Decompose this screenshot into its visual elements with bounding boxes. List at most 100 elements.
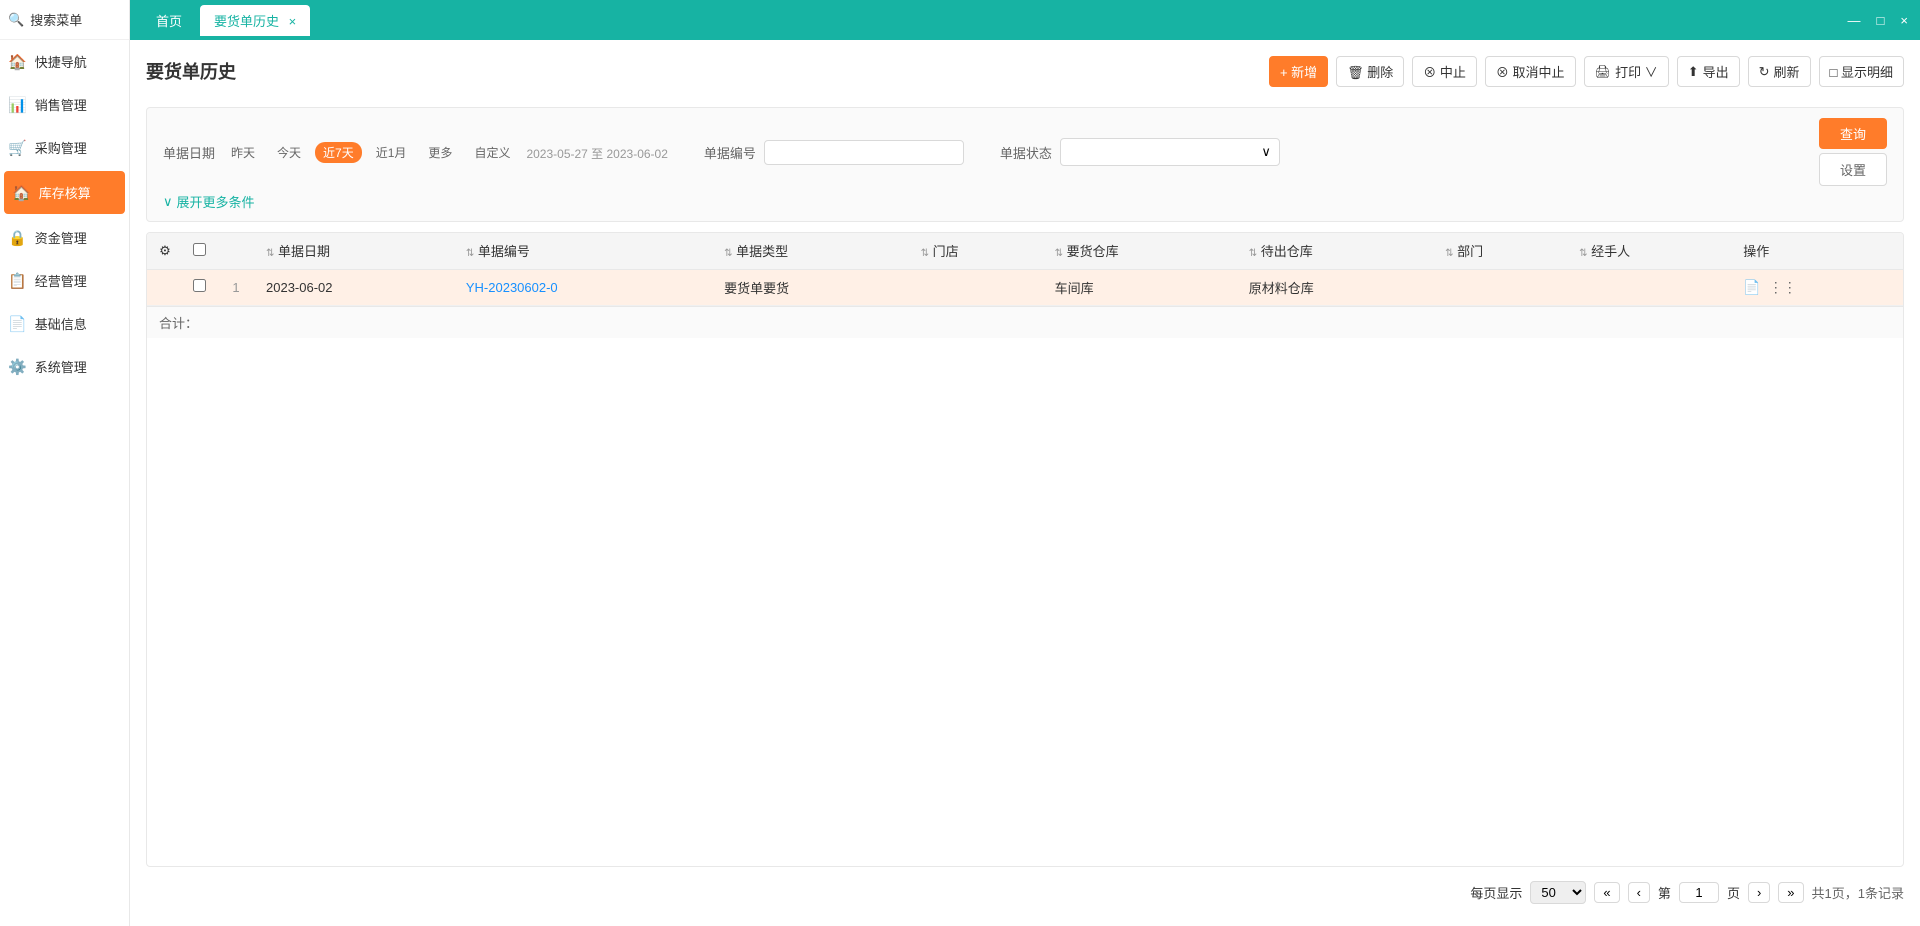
- sidebar-item-sales[interactable]: 📊 销售管理: [0, 83, 129, 126]
- date-btn-7days[interactable]: 近7天: [315, 142, 362, 163]
- topbar-right: — □ ×: [1848, 13, 1908, 28]
- page-number-input[interactable]: [1679, 882, 1719, 903]
- first-page-btn[interactable]: «: [1594, 882, 1619, 903]
- sidebar-item-system-label: 系统管理: [35, 357, 87, 376]
- sidebar-item-finance[interactable]: 🔒 资金管理: [0, 216, 129, 259]
- query-button[interactable]: 查询: [1819, 118, 1887, 149]
- sidebar: 🔍 搜索菜单 🏠 快捷导航 📊 销售管理 🛒 采购管理 🏠 库存核算 🔒 资金管…: [0, 0, 130, 926]
- date-btn-today[interactable]: 今天: [269, 142, 309, 163]
- new-button[interactable]: + 新增: [1269, 56, 1328, 87]
- td-req-warehouse: 车间库: [1045, 269, 1239, 305]
- th-checkbox[interactable]: [183, 233, 216, 269]
- view-icon[interactable]: 📄: [1743, 279, 1760, 296]
- doc-no-link[interactable]: YH-20230602-0: [466, 280, 558, 295]
- export-button[interactable]: ⬆ 导出: [1677, 56, 1740, 87]
- th-dept[interactable]: ⇅ 部门: [1435, 233, 1569, 269]
- td-doc-date: 2023-06-02: [256, 269, 456, 305]
- page-size-select[interactable]: 50 100 200: [1530, 881, 1586, 904]
- more-ops-icon[interactable]: ⋮⋮: [1769, 279, 1797, 296]
- tab-active-label: 要货单历史: [214, 14, 279, 29]
- td-num: 1: [216, 269, 256, 305]
- page-total-info: 共1页，1条记录: [1812, 883, 1904, 902]
- sidebar-item-sales-label: 销售管理: [35, 95, 87, 114]
- td-handler: [1569, 269, 1733, 305]
- page-suffix: 页: [1727, 883, 1740, 902]
- sidebar-item-quick-nav-label: 快捷导航: [35, 52, 87, 71]
- date-btn-1month[interactable]: 近1月: [368, 142, 415, 163]
- td-checkbox[interactable]: [183, 269, 216, 305]
- data-table: ⚙ ⇅ 单据日期 ⇅ 单据编号 ⇅ 单据类型 ⇅ 门店 ⇅ 要货仓库 ⇅ 待出仓…: [147, 233, 1903, 306]
- pagination: 每页显示 50 100 200 « ‹ 第 页 › » 共1页，1条记录: [146, 875, 1904, 910]
- filter-status: 单据状态 ∨: [1000, 138, 1280, 166]
- refresh-button[interactable]: ↻ 刷新: [1748, 56, 1811, 87]
- search-icon: 🔍: [8, 12, 24, 28]
- set-button[interactable]: 设置: [1819, 153, 1887, 186]
- sidebar-item-quick-nav[interactable]: 🏠 快捷导航: [0, 40, 129, 83]
- filter-date: 单据日期 昨天 今天 近7天 近1月 更多 自定义: [163, 142, 518, 163]
- print-icon: 🖨: [1595, 64, 1612, 80]
- sidebar-search-label: 搜索菜单: [30, 10, 82, 29]
- cancel-stop-button[interactable]: ⊗ 取消中止: [1485, 56, 1576, 87]
- th-doc-date[interactable]: ⇅ 单据日期: [256, 233, 456, 269]
- td-settings: [147, 269, 183, 305]
- delete-button[interactable]: 🗑 删除: [1336, 56, 1404, 87]
- sidebar-item-inventory[interactable]: 🏠 库存核算: [4, 171, 125, 214]
- status-select[interactable]: ∨: [1060, 138, 1280, 166]
- next-page-btn[interactable]: ›: [1748, 882, 1770, 903]
- td-ops: 📄 ⋮⋮: [1733, 269, 1903, 305]
- close-window-btn[interactable]: ×: [1900, 13, 1908, 28]
- display-detail-button[interactable]: □ 显示明细: [1819, 56, 1904, 87]
- th-settings[interactable]: ⚙: [147, 233, 183, 269]
- expand-label: 展开更多条件: [177, 192, 255, 211]
- tab-home[interactable]: 首页: [142, 5, 196, 36]
- th-store[interactable]: ⇅ 门店: [911, 233, 1045, 269]
- ops-icon: 📋: [8, 272, 27, 290]
- stop-button[interactable]: ⊗ 中止: [1412, 56, 1477, 87]
- sidebar-item-purchase[interactable]: 🛒 采购管理: [0, 126, 129, 169]
- sidebar-search[interactable]: 🔍 搜索菜单: [0, 0, 129, 40]
- sidebar-item-basic-info[interactable]: 📄 基础信息: [0, 302, 129, 345]
- th-doc-no[interactable]: ⇅ 单据编号: [456, 233, 714, 269]
- doc-icon: 📄: [8, 315, 27, 333]
- doc-no-filter-label: 单据编号: [704, 143, 756, 162]
- sidebar-item-purchase-label: 采购管理: [35, 138, 87, 157]
- doc-no-input[interactable]: [764, 140, 964, 165]
- footer-total-label: 合计：: [159, 313, 198, 332]
- date-btn-custom[interactable]: 自定义: [466, 142, 518, 163]
- tab-active[interactable]: 要货单历史 ×: [200, 5, 310, 36]
- topbar: 首页 要货单历史 × — □ ×: [130, 0, 1920, 40]
- expand-icon: ∨: [163, 194, 173, 210]
- date-btn-more[interactable]: 更多: [420, 142, 460, 163]
- th-pending-warehouse[interactable]: ⇅ 待出仓库: [1239, 233, 1435, 269]
- select-all-checkbox[interactable]: [193, 243, 206, 256]
- row-checkbox[interactable]: [193, 279, 206, 292]
- expand-filter-btn[interactable]: ∨ 展开更多条件: [163, 192, 1887, 211]
- td-doc-type: 要货单要货: [714, 269, 910, 305]
- sidebar-item-basic-info-label: 基础信息: [35, 314, 87, 333]
- th-req-warehouse[interactable]: ⇅ 要货仓库: [1045, 233, 1239, 269]
- td-store: [911, 269, 1045, 305]
- th-handler[interactable]: ⇅ 经手人: [1569, 233, 1733, 269]
- page-title: 要货单历史: [146, 58, 236, 84]
- table-row: 1 2023-06-02 YH-20230602-0 要货单要货 车间库 原材料…: [147, 269, 1903, 305]
- gear-icon: ⚙️: [8, 358, 27, 376]
- date-filter-label: 单据日期: [163, 143, 215, 162]
- tab-close-icon[interactable]: ×: [289, 14, 297, 29]
- last-page-btn[interactable]: »: [1778, 882, 1803, 903]
- print-button[interactable]: 🖨 🖨 打印 打印 ∨: [1584, 56, 1669, 87]
- status-filter-label: 单据状态: [1000, 143, 1052, 162]
- td-dept: [1435, 269, 1569, 305]
- prev-page-btn[interactable]: ‹: [1628, 882, 1650, 903]
- main-area: 首页 要货单历史 × — □ × 要货单历史 + 新增 🗑 删除 ⊗ 中止 ⊗ …: [130, 0, 1920, 926]
- toolbar: + 新增 🗑 删除 ⊗ 中止 ⊗ 取消中止 🖨 🖨 打印 打印 ∨ ⬆ 导出 ↻…: [1269, 56, 1904, 87]
- sidebar-item-system[interactable]: ⚙️ 系统管理: [0, 345, 129, 388]
- sidebar-item-operations[interactable]: 📋 经营管理: [0, 259, 129, 302]
- inventory-icon: 🏠: [12, 184, 31, 202]
- data-table-wrapper: ⚙ ⇅ 单据日期 ⇅ 单据编号 ⇅ 单据类型 ⇅ 门店 ⇅ 要货仓库 ⇅ 待出仓…: [146, 232, 1904, 867]
- chart-icon: 📊: [8, 96, 27, 114]
- minimize-btn[interactable]: —: [1848, 13, 1861, 28]
- lock-icon: 🔒: [8, 229, 27, 247]
- maximize-btn[interactable]: □: [1877, 13, 1885, 28]
- th-doc-type[interactable]: ⇅ 单据类型: [714, 233, 910, 269]
- date-btn-yesterday[interactable]: 昨天: [223, 142, 263, 163]
